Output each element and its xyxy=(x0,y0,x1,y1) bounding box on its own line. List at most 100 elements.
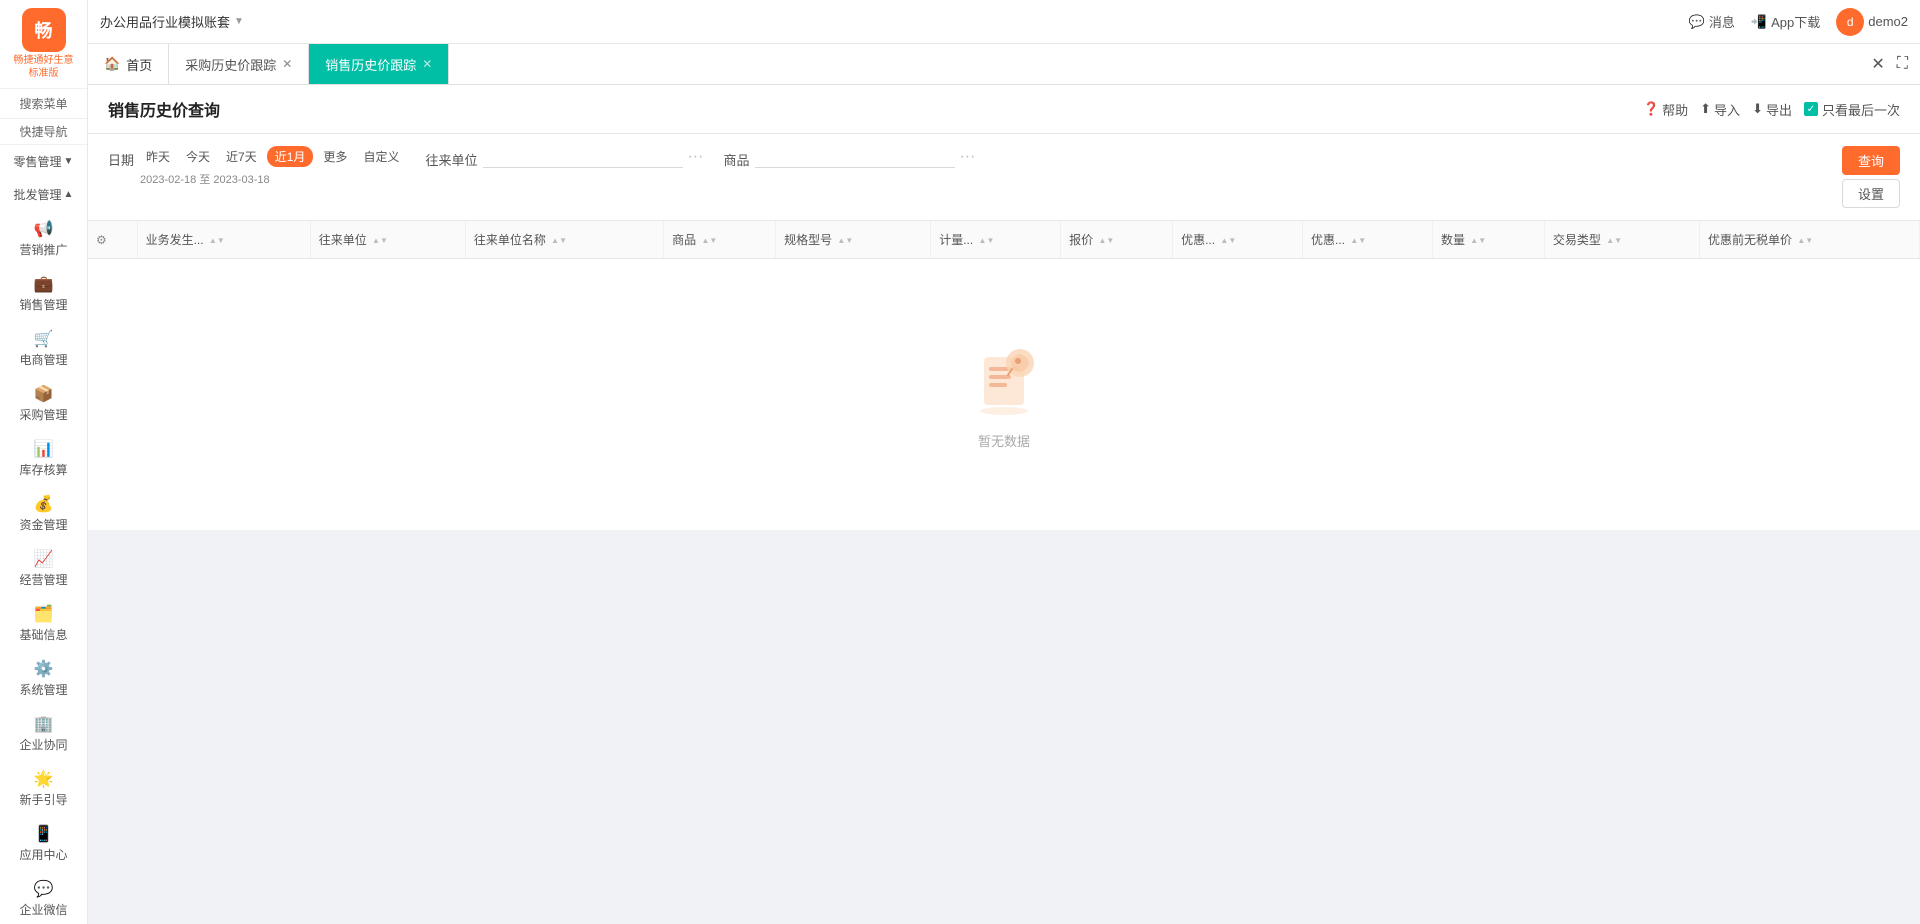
more-btn[interactable]: 更多 xyxy=(317,146,353,167)
col-unit[interactable]: 计量... ▲▼ xyxy=(931,221,1061,259)
main-content: 办公用品行业模拟账套 ▼ 💬 消息 📲 App下载 d demo2 🏠 首页 采… xyxy=(88,0,1920,924)
tab-sales-history[interactable]: 销售历史价跟踪 ✕ xyxy=(309,44,449,84)
date-range-display: 2023-02-18 至 2023-03-18 xyxy=(140,171,405,187)
sidebar-search[interactable]: 搜索菜单 xyxy=(0,89,87,119)
unit-sort-icon: ▲▼ xyxy=(979,237,995,245)
empty-icon xyxy=(964,339,1044,419)
last-month-btn[interactable]: 近1月 xyxy=(267,146,314,167)
sidebar-item-purchase[interactable]: 📦 采购管理 xyxy=(0,376,87,431)
purchase-icon: 📦 xyxy=(34,384,54,404)
goods-label: 商品 xyxy=(723,146,749,169)
export-icon: ⬇ xyxy=(1752,101,1763,117)
col-spec[interactable]: 规格型号 ▲▼ xyxy=(776,221,931,259)
sidebar-group-retail: 零售管理 ▼ xyxy=(0,145,87,178)
empty-state: 暂无数据 xyxy=(88,259,1920,530)
col-settings[interactable]: ⚙ xyxy=(88,221,137,259)
last7-btn[interactable]: 近7天 xyxy=(220,146,263,167)
col-discount2[interactable]: 优惠... ▲▼ xyxy=(1303,221,1433,259)
only-last-checkbox[interactable]: ✓ xyxy=(1804,102,1818,116)
sidebar-logo[interactable]: 畅 畅捷通好生意 标准版 xyxy=(0,0,87,89)
app-download-button[interactable]: 📲 App下载 xyxy=(1751,12,1820,31)
marketing-icon: 📢 xyxy=(34,219,54,239)
partner-filter-group: 往来单位 ··· xyxy=(425,146,703,169)
expand-button[interactable]: ⛶ xyxy=(1893,51,1912,77)
retail-arrow-icon: ▼ xyxy=(64,156,74,167)
table-header: ⚙ 业务发生... ▲▼ 往来单位 ▲▼ 往来单位名称 ▲▼ xyxy=(88,221,1920,259)
tab-bar: 🏠 首页 采购历史价跟踪 ✕ 销售历史价跟踪 ✕ ✕ ⛶ xyxy=(88,44,1920,85)
purchase-history-close-icon[interactable]: ✕ xyxy=(282,57,292,71)
sidebar-menu: 零售管理 ▼ 批发管理 ▲ 📢 营销推广 💼 销售管理 🛒 电商管理 📦 采购管… xyxy=(0,145,87,924)
finance-icon: 💰 xyxy=(34,494,54,514)
ecommerce-icon: 🛒 xyxy=(34,329,54,349)
help-button[interactable]: ❓ 帮助 xyxy=(1643,100,1688,119)
settings-button[interactable]: 设置 xyxy=(1842,179,1900,208)
col-pretax-price[interactable]: 优惠前无税单价 ▲▼ xyxy=(1700,221,1920,259)
sidebar-item-basic[interactable]: 🗂️ 基础信息 xyxy=(0,596,87,651)
partner-name-sort-icon: ▲▼ xyxy=(551,237,567,245)
help-icon: ❓ xyxy=(1643,101,1659,117)
col-partner-name[interactable]: 往来单位名称 ▲▼ xyxy=(465,221,663,259)
sidebar-item-system[interactable]: ⚙️ 系统管理 xyxy=(0,651,87,706)
topbar-right: 💬 消息 📲 App下载 d demo2 xyxy=(1689,8,1908,36)
company-selector[interactable]: 办公用品行业模拟账套 ▼ xyxy=(100,12,244,31)
date-options: 昨天 今天 近7天 近1月 更多 自定义 2023-02-18 至 2023-0… xyxy=(140,146,405,187)
custom-btn[interactable]: 自定义 xyxy=(357,146,405,167)
sales-history-close-icon[interactable]: ✕ xyxy=(422,57,432,71)
page-actions: ❓ 帮助 ⬆ 导入 ⬇ 导出 ✓ 只看最后一次 xyxy=(1643,100,1900,119)
yesterday-btn[interactable]: 昨天 xyxy=(140,146,176,167)
sidebar-item-finance[interactable]: 💰 资金管理 xyxy=(0,486,87,541)
sidebar-item-wholesale[interactable]: 批发管理 ▲ xyxy=(0,178,87,211)
spec-sort-icon: ▲▼ xyxy=(837,237,853,245)
only-last-checkbox-label[interactable]: ✓ 只看最后一次 xyxy=(1804,100,1900,119)
import-button[interactable]: ⬆ 导入 xyxy=(1700,100,1740,119)
col-biz-date[interactable]: 业务发生... ▲▼ xyxy=(137,221,310,259)
col-quantity[interactable]: 数量 ▲▼ xyxy=(1432,221,1544,259)
partner-code-sort-icon: ▲▼ xyxy=(372,237,388,245)
message-icon: 💬 xyxy=(1689,14,1705,30)
message-button[interactable]: 💬 消息 xyxy=(1689,12,1735,31)
tab-controls: ✕ ⛶ xyxy=(1859,44,1920,84)
col-goods[interactable]: 商品 ▲▼ xyxy=(664,221,776,259)
partner-label: 往来单位 xyxy=(425,146,477,169)
close-all-tabs-button[interactable]: ✕ xyxy=(1867,50,1888,78)
sidebar-item-enterprise[interactable]: 🏢 企业协同 xyxy=(0,706,87,761)
sidebar-item-corpwechat[interactable]: 💬 企业微信 xyxy=(0,871,87,924)
sidebar-item-operations[interactable]: 📈 经营管理 xyxy=(0,541,87,596)
sidebar-item-retail[interactable]: 零售管理 ▼ xyxy=(0,145,87,178)
operations-icon: 📈 xyxy=(34,549,54,569)
partner-input[interactable] xyxy=(483,146,683,168)
search-button[interactable]: 查询 xyxy=(1842,146,1900,175)
goods-dots-button[interactable]: ··· xyxy=(959,148,975,166)
sidebar-quick-nav[interactable]: 快捷导航 xyxy=(0,119,87,145)
goods-input-group: ··· xyxy=(755,146,975,168)
col-discount1[interactable]: 优惠... ▲▼ xyxy=(1173,221,1303,259)
goods-input[interactable] xyxy=(755,146,955,168)
sidebar-item-appcenter[interactable]: 📱 应用中心 xyxy=(0,816,87,871)
user-menu[interactable]: d demo2 xyxy=(1836,8,1908,36)
sidebar-item-newuser[interactable]: 🌟 新手引导 xyxy=(0,761,87,816)
empty-text: 暂无数据 xyxy=(978,431,1030,450)
export-button[interactable]: ⬇ 导出 xyxy=(1752,100,1792,119)
partner-input-group: ··· xyxy=(483,146,703,168)
newuser-icon: 🌟 xyxy=(34,769,54,789)
sidebar-item-sales[interactable]: 💼 销售管理 xyxy=(0,266,87,321)
filter-actions: 查询 设置 xyxy=(1842,146,1900,208)
discount2-sort-icon: ▲▼ xyxy=(1350,237,1366,245)
sidebar: 畅 畅捷通好生意 标准版 搜索菜单 快捷导航 零售管理 ▼ 批发管理 ▲ 📢 xyxy=(0,0,88,924)
enterprise-icon: 🏢 xyxy=(34,714,54,734)
col-quote[interactable]: 报价 ▲▼ xyxy=(1061,221,1173,259)
sidebar-item-ecommerce[interactable]: 🛒 电商管理 xyxy=(0,321,87,376)
sidebar-item-marketing[interactable]: 📢 营销推广 xyxy=(0,211,87,266)
col-trade-type[interactable]: 交易类型 ▲▼ xyxy=(1544,221,1699,259)
tab-purchase-history[interactable]: 采购历史价跟踪 ✕ xyxy=(169,44,309,84)
partner-dots-button[interactable]: ··· xyxy=(687,148,703,166)
tab-home[interactable]: 🏠 首页 xyxy=(88,44,169,84)
sidebar-item-inventory[interactable]: 📊 库存核算 xyxy=(0,431,87,486)
download-icon: 📲 xyxy=(1751,14,1767,30)
col-partner-code[interactable]: 往来单位 ▲▼ xyxy=(310,221,465,259)
quote-sort-icon: ▲▼ xyxy=(1098,237,1114,245)
avatar: d xyxy=(1836,8,1864,36)
today-btn[interactable]: 今天 xyxy=(180,146,216,167)
wholesale-arrow-icon: ▲ xyxy=(64,189,74,200)
trade-type-sort-icon: ▲▼ xyxy=(1606,237,1622,245)
